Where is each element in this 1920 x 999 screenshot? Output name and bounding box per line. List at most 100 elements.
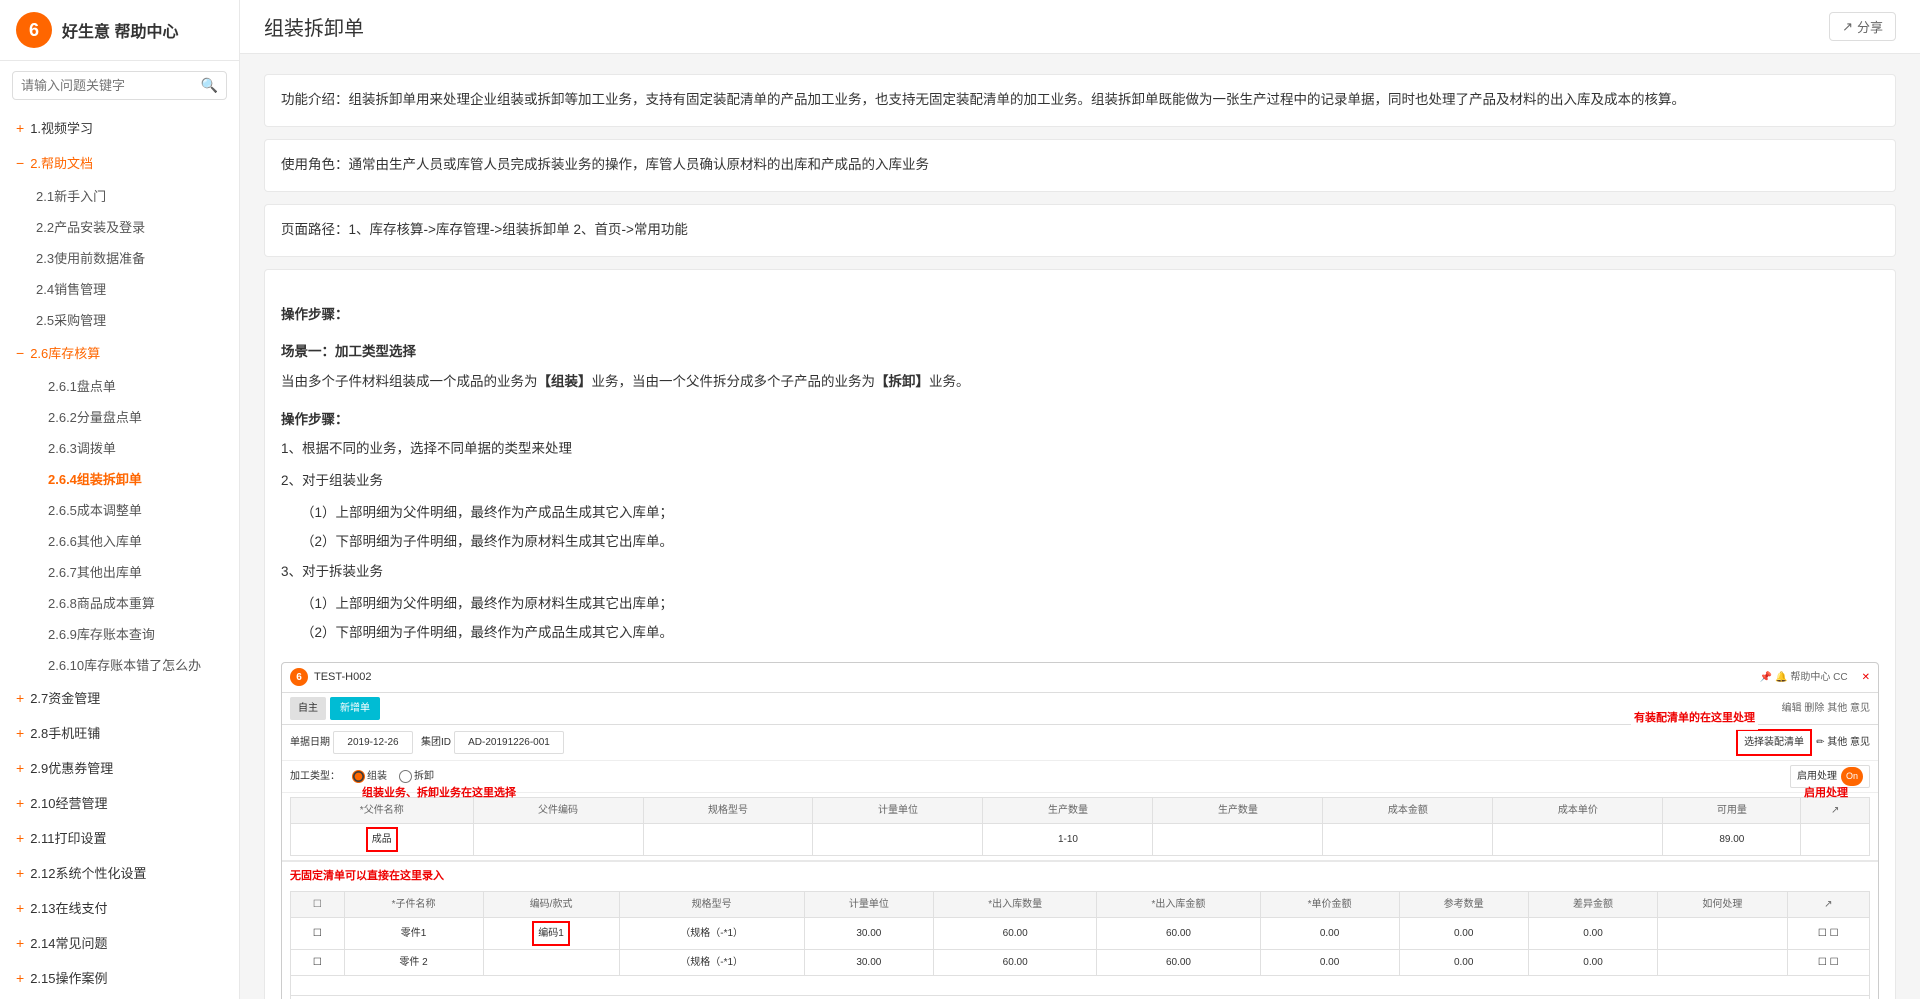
sidebar-item-2-6-8[interactable]: 2.6.8商品成本重算: [0, 587, 239, 618]
td-op: [1801, 823, 1870, 855]
input-zijian[interactable]: 编码1: [532, 921, 570, 946]
td-bm: [473, 823, 643, 855]
sidebar-item-2-1[interactable]: 2.1新手入门: [0, 180, 239, 211]
expand-icon: +: [16, 690, 24, 706]
sidebar-item-label: 2.帮助文档: [30, 153, 93, 172]
th-ziname: *子件名称: [344, 891, 483, 917]
sidebar-item-2-6-7[interactable]: 2.6.7其他出库单: [0, 556, 239, 587]
search-box[interactable]: 🔍: [12, 71, 227, 100]
th-cyje: 差异金额: [1528, 891, 1657, 917]
form-field-guding: 选择装配清单 ✏ 其他 意见: [1736, 729, 1870, 756]
sidebar-item-2-6-10[interactable]: 2.6.10库存账本错了怎么办: [0, 649, 239, 680]
th-ckshl: 参考数量: [1399, 891, 1528, 917]
sidebar-item-2-8[interactable]: + 2.8手机旺铺: [0, 715, 239, 750]
sidebar-item-label: 2.10经营管理: [30, 793, 107, 812]
sidebar-item-2-6-9[interactable]: 2.6.9库存账本查询: [0, 618, 239, 649]
tab-zizhu[interactable]: 自主: [290, 697, 326, 720]
td-dj4: 0.00: [1260, 949, 1399, 975]
upper-table: *父件名称 父件编码 规格型号 计量单位 生产数量 生产数量 成本金额 成本单价…: [290, 797, 1870, 856]
sidebar-item-2-13[interactable]: + 2.13在线支付: [0, 890, 239, 925]
sidebar-item-2-10[interactable]: + 2.10经营管理: [0, 785, 239, 820]
sidebar-item-2-6-4[interactable]: 2.6.4组装拆卸单: [0, 463, 239, 494]
sidebar-item-2-9[interactable]: + 2.9优惠券管理: [0, 750, 239, 785]
sidebar-item-2-7[interactable]: + 2.7资金管理: [0, 680, 239, 715]
sidebar-item-2-6-5[interactable]: 2.6.5成本调整单: [0, 494, 239, 525]
app-bar-icons: 📌 🔔 帮助中心 CC: [1760, 668, 1848, 687]
td-name: 成品: [291, 823, 474, 855]
sidebar-item-2-14[interactable]: + 2.14常见问题: [0, 925, 239, 960]
step2-sub1: （1）上部明细为父件明细，最终作为产成品生成其它入库单；: [281, 500, 1879, 526]
search-input[interactable]: [21, 78, 201, 93]
td-gg4: （规格（-*1）: [619, 949, 804, 975]
app-screenshot: 6 TEST-H002 📌 🔔 帮助中心 CC ✕ 自主 新增单 编辑 删除 其…: [282, 663, 1878, 999]
search-icon[interactable]: 🔍: [201, 77, 218, 94]
sidebar-item-label: 2.15操作案例: [30, 968, 107, 987]
sidebar-item-2-4[interactable]: 2.4销售管理: [0, 273, 239, 304]
sidebar-item-2-6-3[interactable]: 2.6.3调拨单: [0, 432, 239, 463]
th-chengben: 成本金额: [1323, 797, 1493, 823]
share-button[interactable]: ↗ 分享: [1829, 12, 1896, 41]
sidebar-item-2-15[interactable]: + 2.15操作案例: [0, 960, 239, 995]
sidebar-item-2-6-6[interactable]: 2.6.6其他入库单: [0, 525, 239, 556]
td-sc: 1-10: [983, 823, 1153, 855]
nav-list: + 1.视频学习 − 2.帮助文档 2.1新手入门 2.2产品安装及登录 2.3…: [0, 110, 239, 999]
sidebar-item-2-6[interactable]: − 2.6库存核算: [0, 335, 239, 370]
scene1-desc: 当由多个子件材料组装成一个成品的业务为【组装】业务，当由一个父件拆分成多个子产品…: [281, 369, 1879, 395]
sidebar-item-label: 2.9优惠券管理: [30, 758, 113, 777]
td-ck4: 0.00: [1399, 949, 1528, 975]
td-jl4: 30.00: [804, 949, 933, 975]
td-ck3: 0.00: [1399, 917, 1528, 949]
td-jl: [813, 823, 983, 855]
td-op4: ☐ ☐: [1787, 949, 1869, 975]
operations-title: 操作步骤：: [281, 302, 1879, 328]
guding-btn[interactable]: 选择装配清单: [1736, 729, 1812, 756]
table-row: ☐ 零件1 编码1 （规格（-*1） 30.00 60.00 60.00 0.0…: [291, 917, 1870, 949]
expand-icon: +: [16, 900, 24, 916]
sidebar-item-2-6-1[interactable]: 2.6.1盘点单: [0, 370, 239, 401]
sidebar-item-2-12[interactable]: + 2.12系统个性化设置: [0, 855, 239, 890]
td-sl4: 60.00: [934, 949, 1097, 975]
form-row-radio: 加工类型： 组装 拆卸 组装业务、拆卸业务在这里选择 启用处: [282, 761, 1878, 793]
sidebar-item-docs[interactable]: − 2.帮助文档: [0, 145, 239, 180]
td-bm1: 编码1: [483, 917, 619, 949]
td-dj3: 0.00: [1260, 917, 1399, 949]
td-je3: 60.00: [1097, 917, 1260, 949]
input-fujian[interactable]: 成品: [366, 827, 398, 852]
th-guige: 规格型号: [643, 797, 813, 823]
td-rh3: [1658, 917, 1787, 949]
annotation-wuguding: 无固定清单可以直接在这里录入: [290, 866, 1870, 887]
th-cbdj: 成本单价: [1493, 797, 1663, 823]
th-keyong: 可用量: [1663, 797, 1801, 823]
th-jl2: 计量单位: [804, 891, 933, 917]
lower-table: ☐ *子件名称 编码/款式 规格型号 计量单位 *出入库数量 *出入库金额 *单…: [290, 891, 1870, 999]
content-area: 功能介绍：组装拆卸单用来处理企业组装或拆卸等加工业务，支持有固定装配清单的产品加…: [240, 54, 1920, 999]
expand-icon: +: [16, 935, 24, 951]
upper-table-section: *父件名称 父件编码 规格型号 计量单位 生产数量 生产数量 成本金额 成本单价…: [282, 793, 1878, 860]
page-title: 组装拆卸单: [264, 12, 364, 41]
td-cb: [1323, 823, 1493, 855]
sidebar-item-2-6-2[interactable]: 2.6.2分量盘点单: [0, 401, 239, 432]
steps-title: 操作步骤：: [281, 407, 1879, 433]
breadcrumb-text: 页面路径：1、库存核算->库存管理->组装拆卸单 2、首页->常用功能: [281, 222, 688, 237]
sidebar-item-label: 2.14常见问题: [30, 933, 107, 952]
sidebar-item-2-5[interactable]: 2.5采购管理: [0, 304, 239, 335]
step2-sub2: （2）下部明细为子件明细，最终作为原材料生成其它出库单。: [281, 529, 1879, 555]
sidebar-item-2-3[interactable]: 2.3使用前数据准备: [0, 242, 239, 273]
th-csje: *出入库金额: [1097, 891, 1260, 917]
th-jiliang: 计量单位: [813, 797, 983, 823]
td-cb2: ☐: [291, 917, 345, 949]
th-checkbox: ☐: [291, 891, 345, 917]
td-op3: ☐ ☐: [1787, 917, 1869, 949]
date-label: 单据日期: [290, 733, 330, 752]
th-gg2: 规格型号: [619, 891, 804, 917]
expand-icon: +: [16, 120, 24, 136]
expand-icon: +: [16, 795, 24, 811]
sidebar-item-2-2[interactable]: 2.2产品安装及登录: [0, 211, 239, 242]
sidebar-item-videos[interactable]: + 1.视频学习: [0, 110, 239, 145]
tab-xinzeng[interactable]: 新增单: [330, 697, 380, 720]
sidebar-item-label: 2.8手机旺铺: [30, 723, 100, 742]
edit-icon: ✏ 其他 意见: [1816, 733, 1870, 752]
sidebar-item-2-11[interactable]: + 2.11打印设置: [0, 820, 239, 855]
screenshot-container: 6 TEST-H002 📌 🔔 帮助中心 CC ✕ 自主 新增单 编辑 删除 其…: [281, 662, 1879, 999]
logo-icon: 6: [16, 12, 52, 48]
